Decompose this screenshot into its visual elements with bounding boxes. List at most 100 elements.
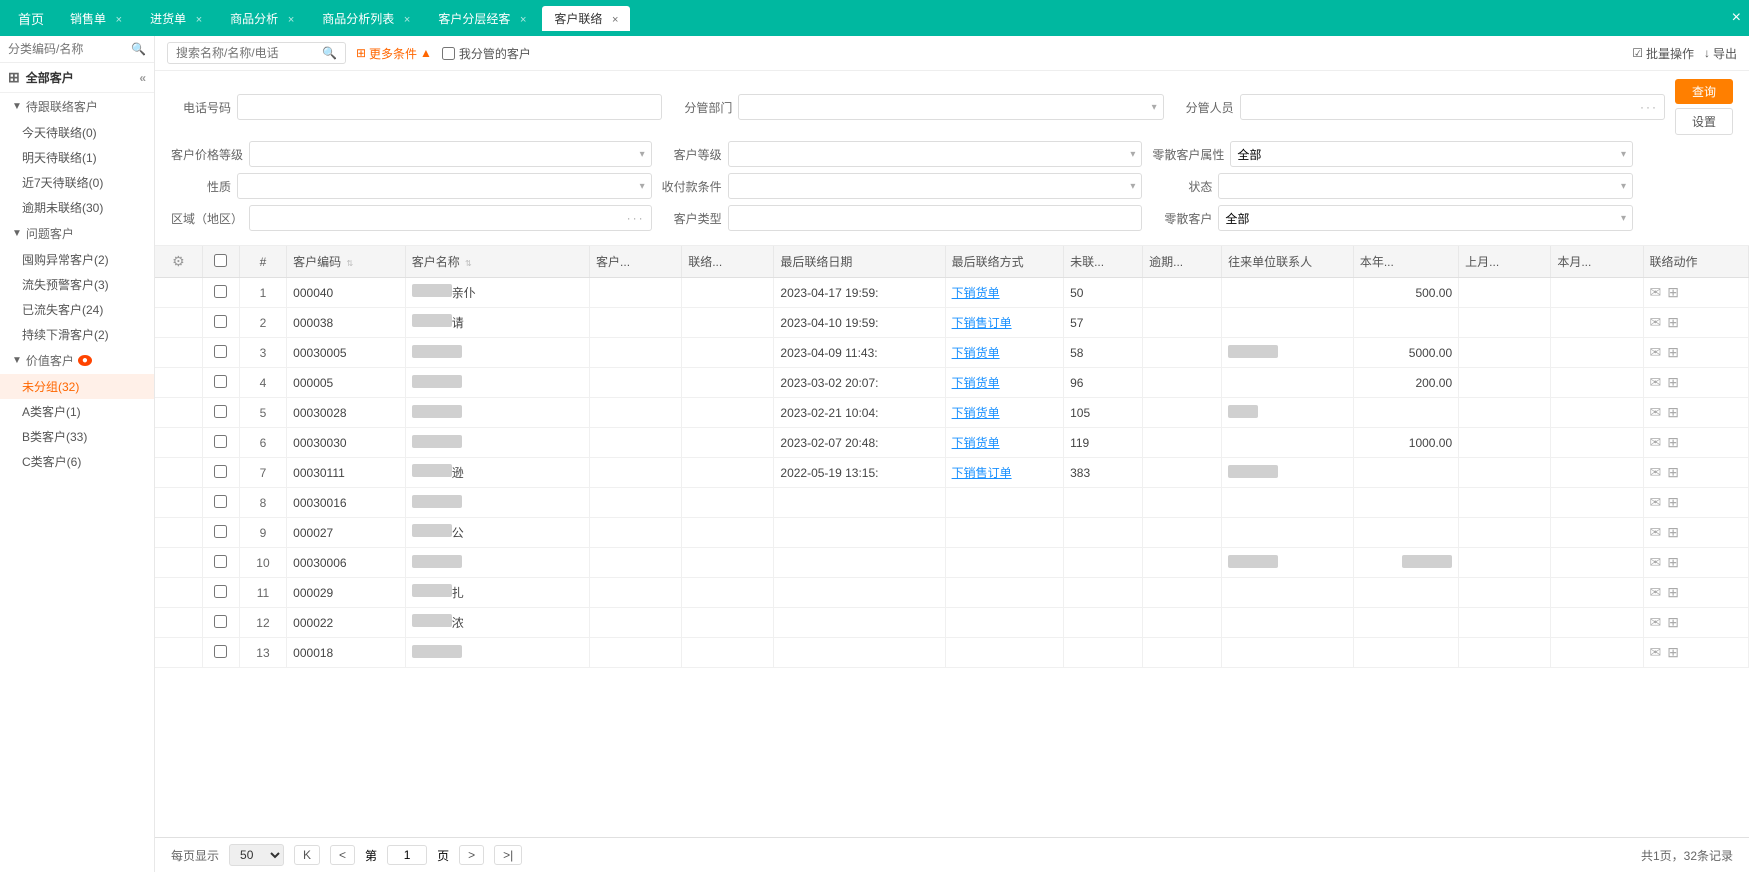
- message-icon[interactable]: ✉: [1650, 374, 1662, 391]
- next-page-button[interactable]: >: [459, 845, 484, 865]
- filter-payment-select[interactable]: ▾: [728, 173, 1143, 199]
- message-icon[interactable]: ✉: [1650, 464, 1662, 481]
- more-conditions-button[interactable]: ⊞ 更多条件 ▲: [356, 45, 432, 62]
- grid-action-icon[interactable]: ⊞: [1667, 554, 1679, 571]
- grid-action-icon[interactable]: ⊞: [1667, 284, 1679, 301]
- tab-customer-segment[interactable]: 客户分层经客 ×: [426, 6, 538, 31]
- filter-nature-select[interactable]: ▾: [237, 173, 652, 199]
- message-icon[interactable]: ✉: [1650, 614, 1662, 631]
- last-contact-way-link[interactable]: 下销货单: [952, 286, 1000, 300]
- last-contact-way-link[interactable]: 下销售订单: [952, 316, 1012, 330]
- td-checkbox[interactable]: [202, 518, 239, 548]
- row-checkbox[interactable]: [214, 585, 227, 598]
- my-customers-checkbox[interactable]: [442, 47, 455, 60]
- close-customer-contact-icon[interactable]: ×: [612, 14, 618, 26]
- tab-product-analysis-list[interactable]: 商品分析列表 ×: [310, 6, 422, 31]
- search-input[interactable]: [176, 46, 316, 60]
- sidebar-item-churn-warning[interactable]: 流失预警客户(3): [0, 272, 154, 297]
- th-last-contact-way[interactable]: 最后联络方式: [945, 246, 1064, 278]
- message-icon[interactable]: ✉: [1650, 404, 1662, 421]
- reset-button[interactable]: 设置: [1675, 108, 1733, 135]
- grid-action-icon[interactable]: ⊞: [1667, 464, 1679, 481]
- td-checkbox[interactable]: [202, 458, 239, 488]
- prev-page-button[interactable]: <: [330, 845, 355, 865]
- message-icon[interactable]: ✉: [1650, 554, 1662, 571]
- row-checkbox[interactable]: [214, 615, 227, 628]
- last-contact-way-link[interactable]: 下销货单: [952, 346, 1000, 360]
- th-cust-type[interactable]: 客户...: [590, 246, 682, 278]
- grid-action-icon[interactable]: ⊞: [1667, 344, 1679, 361]
- filter-price-level-select[interactable]: ▾: [249, 141, 652, 167]
- filter-manager-input[interactable]: ···: [1240, 94, 1665, 120]
- row-checkbox[interactable]: [214, 645, 227, 658]
- row-checkbox[interactable]: [214, 525, 227, 538]
- td-checkbox[interactable]: [202, 428, 239, 458]
- export-button[interactable]: ↓ 导出: [1704, 45, 1737, 62]
- row-checkbox[interactable]: [214, 315, 227, 328]
- th-last-contact-date[interactable]: 最后联络日期: [774, 246, 945, 278]
- tab-product-analysis[interactable]: 商品分析 ×: [218, 6, 306, 31]
- message-icon[interactable]: ✉: [1650, 494, 1662, 511]
- message-icon[interactable]: ✉: [1650, 434, 1662, 451]
- th-unit-contact[interactable]: 往来单位联系人: [1222, 246, 1354, 278]
- sidebar-item-unclassified[interactable]: 未分组(32): [0, 374, 154, 399]
- grid-action-icon[interactable]: ⊞: [1667, 434, 1679, 451]
- filter-retail-cust-select[interactable]: 全部▾: [1218, 205, 1633, 231]
- row-checkbox[interactable]: [214, 345, 227, 358]
- my-customers-checkbox-label[interactable]: 我分管的客户: [442, 45, 531, 62]
- row-checkbox[interactable]: [214, 465, 227, 478]
- filter-region-input[interactable]: ···: [249, 205, 652, 231]
- close-product-analysis-icon[interactable]: ×: [288, 14, 294, 26]
- th-not-contacted[interactable]: 未联...: [1064, 246, 1143, 278]
- sidebar-item-hoarding[interactable]: 囤购异常客户(2): [0, 247, 154, 272]
- filter-cust-level-select[interactable]: ▾: [728, 141, 1143, 167]
- message-icon[interactable]: ✉: [1650, 644, 1662, 661]
- close-customer-segment-icon[interactable]: ×: [520, 14, 526, 26]
- td-checkbox[interactable]: [202, 488, 239, 518]
- th-name[interactable]: 客户名称 ⇅: [405, 246, 589, 278]
- section-pending-contact[interactable]: ▼ 待跟联络客户: [0, 93, 154, 120]
- last-contact-way-link[interactable]: 下销货单: [952, 406, 1000, 420]
- close-purchase-order-icon[interactable]: ×: [196, 14, 202, 26]
- th-this-year[interactable]: 本年...: [1353, 246, 1458, 278]
- last-page-button[interactable]: >|: [494, 845, 522, 865]
- td-checkbox[interactable]: [202, 638, 239, 668]
- grid-action-icon[interactable]: ⊞: [1667, 644, 1679, 661]
- last-contact-way-link[interactable]: 下销货单: [952, 376, 1000, 390]
- tab-customer-contact[interactable]: 客户联络 ×: [542, 6, 630, 31]
- select-all-checkbox[interactable]: [214, 254, 227, 267]
- sidebar-item-7days[interactable]: 近7天待联络(0): [0, 170, 154, 195]
- batch-ops-button[interactable]: ☑ 批量操作: [1632, 45, 1694, 62]
- section-value-customers[interactable]: ▼ 价值客户 ●: [0, 347, 154, 374]
- th-code[interactable]: 客户编码 ⇅: [287, 246, 406, 278]
- sidebar-search-icon[interactable]: 🔍: [131, 42, 146, 56]
- message-icon[interactable]: ✉: [1650, 344, 1662, 361]
- message-icon[interactable]: ✉: [1650, 584, 1662, 601]
- query-button[interactable]: 查询: [1675, 79, 1733, 104]
- search-icon[interactable]: 🔍: [322, 46, 337, 60]
- sidebar-item-class-a[interactable]: A类客户(1): [0, 399, 154, 424]
- td-checkbox[interactable]: [202, 278, 239, 308]
- page-size-select[interactable]: 50 100: [229, 844, 284, 866]
- filter-dept-select[interactable]: ▾: [738, 94, 1163, 120]
- page-number-input[interactable]: [387, 845, 427, 865]
- th-last-month[interactable]: 上月...: [1459, 246, 1551, 278]
- sidebar-item-overdue[interactable]: 逾期未联络(30): [0, 195, 154, 220]
- message-icon[interactable]: ✉: [1650, 314, 1662, 331]
- filter-status-select[interactable]: ▾: [1218, 173, 1633, 199]
- th-gear[interactable]: ⚙: [155, 246, 202, 278]
- tab-sales-order[interactable]: 销售单 ×: [58, 6, 134, 31]
- all-customers-header[interactable]: ⊞ 全部客户 «: [0, 63, 154, 93]
- message-icon[interactable]: ✉: [1650, 284, 1662, 301]
- th-contact[interactable]: 联络...: [682, 246, 774, 278]
- th-overdue[interactable]: 逾期...: [1143, 246, 1222, 278]
- section-problem-customers[interactable]: ▼ 问题客户: [0, 220, 154, 247]
- grid-action-icon[interactable]: ⊞: [1667, 614, 1679, 631]
- td-checkbox[interactable]: [202, 398, 239, 428]
- grid-action-icon[interactable]: ⊞: [1667, 524, 1679, 541]
- th-this-month[interactable]: 本月...: [1551, 246, 1643, 278]
- sidebar-item-declining[interactable]: 持续下滑客户(2): [0, 322, 154, 347]
- sidebar-search-input[interactable]: [8, 42, 127, 56]
- th-checkbox[interactable]: [202, 246, 239, 278]
- td-checkbox[interactable]: [202, 308, 239, 338]
